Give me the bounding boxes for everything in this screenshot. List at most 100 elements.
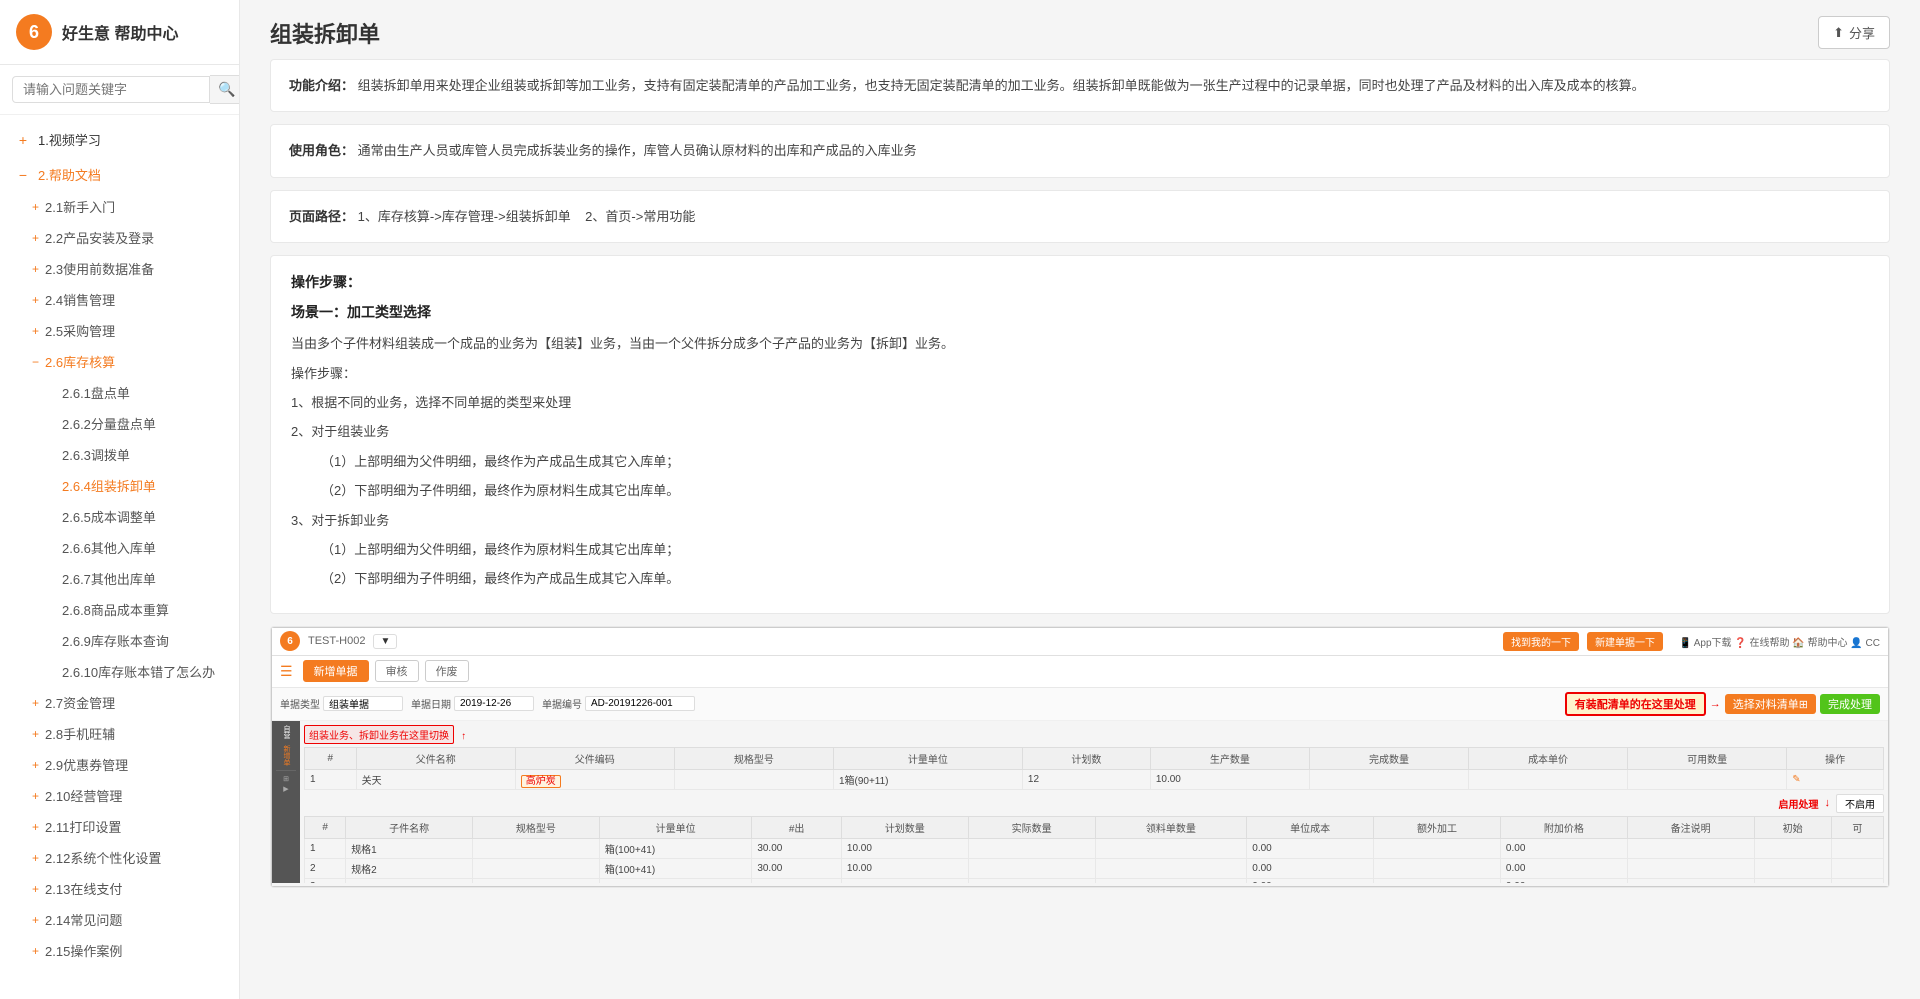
right-content: 组装业务、拆卸业务在这里切换 ↑ # 父件名称 父件编码 规格型号	[300, 721, 1888, 883]
sidebar-item-2-6-1[interactable]: 2.6.1盘点单	[32, 377, 239, 408]
process-btn[interactable]: 选择对料清单⊞	[1725, 694, 1816, 714]
enable-btn[interactable]: 不启用	[1836, 794, 1884, 813]
lower-row-2: 2 规格2 箱(100+41) 30.00 10.00 0.00	[305, 858, 1884, 878]
annotation-badge-1: 有装配清单的在这里处理	[1565, 692, 1706, 716]
arrow-icon-1: →	[1710, 698, 1721, 710]
sidebar-item-2-6-8[interactable]: 2.6.8商品成本重算	[32, 594, 239, 625]
sidebar-item-2-10[interactable]: + 2.10经营管理	[16, 780, 239, 811]
logo-icon: 6	[16, 14, 52, 50]
step-2-1: （1）上部明细为父件明细，最终作为产成品生成其它入库单；	[291, 450, 1869, 473]
highlight-cell: 高炉炭	[521, 775, 561, 788]
upper-table: # 父件名称 父件编码 规格型号 计量单位 计划数 生产数量 完成数量 成本单价	[304, 747, 1884, 790]
plus-sub-icon: +	[32, 913, 39, 927]
minus-sub-icon: −	[32, 355, 39, 369]
col-parent-name: 父件名称	[356, 747, 515, 769]
date-input[interactable]	[454, 696, 534, 711]
sidebar-item-2-9[interactable]: + 2.9优惠券管理	[16, 749, 239, 780]
col-produce: 生产数量	[1150, 747, 1309, 769]
sidebar-item-2-6-7[interactable]: 2.6.7其他出库单	[32, 563, 239, 594]
app-topbar: 6 TEST-H002 ▼ 找到我的一下 新建单据一下 📱 App下载 ❓ 在线…	[272, 628, 1888, 656]
app-tools: 📱 App下载 ❓ 在线帮助 🏠 帮助中心 👤 CC	[1679, 634, 1880, 649]
assembly-annotation: 组装业务、拆卸业务在这里切换	[304, 725, 454, 744]
path-block: 页面路径： 1、库存核算->库存管理->组装拆卸单 2、首页->常用功能	[270, 190, 1890, 243]
search-button[interactable]: 🔍	[210, 75, 240, 104]
app-btn1[interactable]: 找到我的一下	[1503, 632, 1579, 651]
arrow-icon-2: ↑	[461, 731, 466, 742]
screenshot-container: 6 TEST-H002 ▼ 找到我的一下 新建单据一下 📱 App下载 ❓ 在线…	[270, 626, 1890, 888]
plus-sub-icon: +	[32, 944, 39, 958]
plus-sub-icon: +	[32, 293, 39, 307]
scenario-title: 场景一：加工类型选择	[291, 302, 1869, 322]
sidebar-item-2-1[interactable]: + 2.1新手入门	[16, 191, 239, 222]
sidebar-item-2-6-2[interactable]: 2.6.2分量盘点单	[32, 408, 239, 439]
sidebar-item-2-12[interactable]: + 2.12系统个性化设置	[16, 842, 239, 873]
sidebar-item-2-15[interactable]: + 2.15操作案例	[16, 935, 239, 966]
sidebar-item-2-6-10[interactable]: 2.6.10库存账本错了怎么办	[32, 656, 239, 687]
date-label: 单据日期	[411, 696, 451, 711]
role-text: 通常由生产人员或库管人员完成拆装业务的操作，库管人员确认原材料的出库和产成品的入…	[358, 143, 917, 158]
col-plan: 计划数	[1022, 747, 1150, 769]
type-input[interactable]	[323, 696, 403, 711]
col-action: 操作	[1787, 747, 1884, 769]
sidebar-item-2-6-6[interactable]: 2.6.6其他入库单	[32, 532, 239, 563]
role-label: 使用角色：	[289, 143, 354, 158]
sidebar-item-2-11[interactable]: + 2.11打印设置	[16, 811, 239, 842]
type-label: 单据类型	[280, 696, 320, 711]
plus-sub-icon: +	[32, 820, 39, 834]
search-input[interactable]	[12, 76, 210, 103]
lower-row-3: 3 0.00 0.00	[305, 878, 1884, 883]
2-6-items: 2.6.1盘点单 2.6.2分量盘点单 2.6.3调拨单 2.6.4组装拆卸单 …	[16, 377, 239, 687]
intro-text: 组装拆卸单用来处理企业组装或拆卸等加工业务，支持有固定装配清单的产品加工业务，也…	[358, 78, 1645, 93]
nav-group-video: 1.视频学习	[0, 123, 239, 156]
minus-icon	[16, 168, 30, 182]
step-2: 2、对于组装业务	[291, 420, 1869, 443]
steps-header: 操作步骤：	[291, 272, 1869, 292]
tab-audit[interactable]: 审核	[375, 660, 419, 682]
no-input[interactable]	[585, 696, 695, 711]
sidebar-item-2-14[interactable]: + 2.14常见问题	[16, 904, 239, 935]
confirm-btn[interactable]: 完成处理	[1820, 694, 1880, 714]
sidebar-item-video[interactable]: 1.视频学习	[0, 123, 239, 156]
step-3: 3、对于拆卸业务	[291, 509, 1869, 532]
left-panel: 自营 新增单 ⊞ ▶	[272, 721, 300, 883]
col-parent-code: 父件编码	[515, 747, 674, 769]
sidebar-item-2-3[interactable]: + 2.3使用前数据准备	[16, 253, 239, 284]
tab-new-order[interactable]: 新增单据	[303, 660, 369, 682]
path-item-2: 2、首页->常用功能	[585, 209, 695, 224]
sidebar-item-2-8[interactable]: + 2.8手机旺辅	[16, 718, 239, 749]
sidebar-item-2-4[interactable]: + 2.4销售管理	[16, 284, 239, 315]
enable-annotation: 启用处理 ↓ 不启用	[304, 794, 1884, 813]
left-menu-1[interactable]: 自营	[281, 725, 291, 739]
share-button[interactable]: ⬆ 分享	[1818, 16, 1890, 49]
sidebar-item-2-5[interactable]: + 2.5采购管理	[16, 315, 239, 346]
app-neworder-btn[interactable]: 新建单据一下	[1587, 632, 1663, 651]
plus-sub-icon: +	[32, 851, 39, 865]
upper-annotation: 组装业务、拆卸业务在这里切换 ↑	[304, 725, 1884, 744]
sidebar-item-2-2[interactable]: + 2.2产品安装及登录	[16, 222, 239, 253]
sidebar-item-2-6-4[interactable]: 2.6.4组装拆卸单	[32, 470, 239, 501]
sidebar-item-2-6[interactable]: − 2.6库存核算	[16, 346, 239, 377]
path-label: 页面路径：	[289, 209, 354, 224]
app-dropdown[interactable]: ▼	[373, 634, 397, 649]
tab-void[interactable]: 作废	[425, 660, 469, 682]
sidebar-item-2-13[interactable]: + 2.13在线支付	[16, 873, 239, 904]
app-logo-icon: 6	[280, 631, 300, 651]
steps-sub-label: 操作步骤：	[291, 362, 1869, 385]
left-menu-2[interactable]: 新增单	[281, 745, 291, 766]
menu-icon[interactable]: ☰	[280, 663, 293, 680]
sidebar-item-2-6-5[interactable]: 2.6.5成本调整单	[32, 501, 239, 532]
col-cost: 成本单价	[1469, 747, 1628, 769]
sidebar-item-2-7[interactable]: + 2.7资金管理	[16, 687, 239, 718]
edit-icon[interactable]: ✎	[1792, 774, 1800, 785]
enable-text: 启用处理	[1779, 796, 1819, 811]
plus-sub-icon: +	[32, 882, 39, 896]
step-1: 1、根据不同的业务，选择不同单据的类型来处理	[291, 391, 1869, 414]
share-icon: ⬆	[1833, 25, 1844, 41]
path-item-1: 1、库存核算->库存管理->组装拆卸单	[358, 209, 571, 224]
intro-block: 功能介绍： 组装拆卸单用来处理企业组装或拆卸等加工业务，支持有固定装配清单的产品…	[270, 59, 1890, 112]
sidebar: 6 好生意 帮助中心 🔍 1.视频学习 2.帮助文档 + 2.1新手入门	[0, 0, 240, 999]
sidebar-item-docs[interactable]: 2.帮助文档	[0, 158, 239, 191]
col-unit: 计量单位	[833, 747, 1022, 769]
sidebar-item-2-6-9[interactable]: 2.6.9库存账本查询	[32, 625, 239, 656]
sidebar-item-2-6-3[interactable]: 2.6.3调拨单	[32, 439, 239, 470]
